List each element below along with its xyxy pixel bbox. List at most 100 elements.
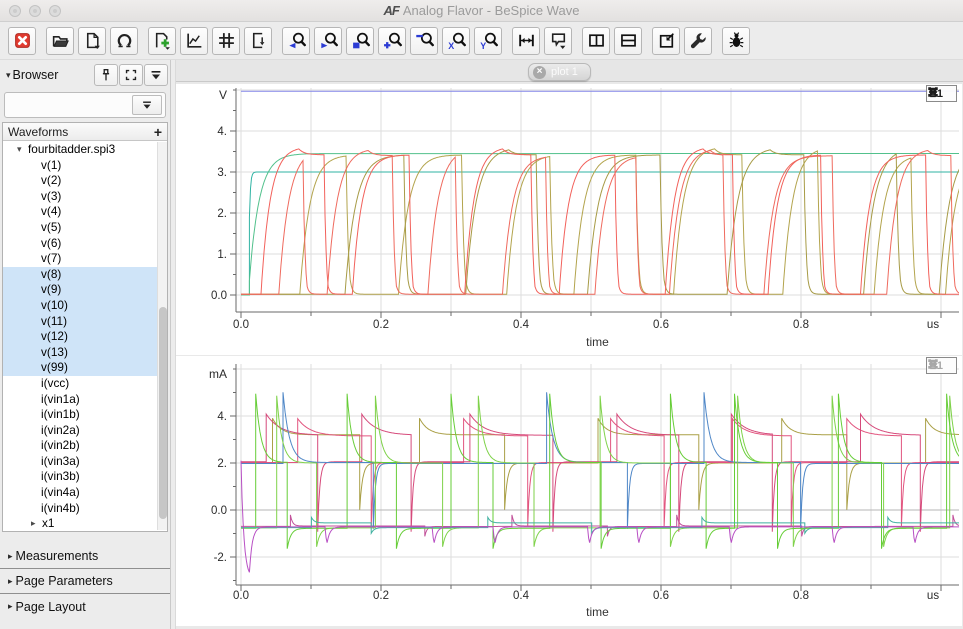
zoom-in-icon <box>383 31 402 50</box>
tree-item-i-vin2a[interactable]: i(vin2a) <box>3 423 157 439</box>
collapse-panel-button[interactable] <box>144 64 168 86</box>
tree-item-v-9[interactable]: v(9) <box>3 282 157 298</box>
new-plot-button[interactable] <box>180 27 208 55</box>
detach-window-button[interactable] <box>652 27 680 55</box>
toolbar-group: XY <box>282 27 502 55</box>
export-document-button[interactable] <box>244 27 272 55</box>
expander-right-icon[interactable]: ▸ <box>31 516 42 532</box>
reload-button[interactable] <box>110 27 138 55</box>
browser-label: Browser <box>13 68 59 82</box>
waveform-filter-box[interactable] <box>4 92 166 118</box>
tree-item-label: v(1) <box>41 158 61 174</box>
app-logo: AF <box>384 3 399 18</box>
reload-icon <box>115 31 134 50</box>
tree-item-v-12[interactable]: v(12) <box>3 329 157 345</box>
x-tick-label: 0.2 <box>373 590 389 602</box>
zoom-region-button[interactable] <box>346 27 374 55</box>
exit-button[interactable] <box>8 27 36 55</box>
tree-item-i-vin2b[interactable]: i(vin2b) <box>3 438 157 454</box>
import-waveforms-icon <box>153 31 172 50</box>
tree-item-v-4[interactable]: v(4) <box>3 204 157 220</box>
tree-item-fourbitadder-spi3[interactable]: ▾fourbitadder.spi3 <box>3 142 157 158</box>
waveform-list: Waveforms + ▾fourbitadder.spi3v(1)v(2)v(… <box>2 122 168 532</box>
zoom-next-icon <box>319 31 338 50</box>
tree-item-i-vin4b[interactable]: i(vin4b) <box>3 501 157 517</box>
tree-item-label: i(vin2b) <box>41 438 80 454</box>
tree-item-i-vin1a[interactable]: i(vin1a) <box>3 392 157 408</box>
tree-item-v-8[interactable]: v(8) <box>3 267 157 283</box>
open-folder-button[interactable] <box>46 27 74 55</box>
zoom-in-button[interactable] <box>378 27 406 55</box>
y-tick-label: 2. <box>217 458 227 470</box>
tree-item-v-7[interactable]: v(7) <box>3 251 157 267</box>
tree-item-v-3[interactable]: v(3) <box>3 189 157 205</box>
tab-plot-1[interactable]: × plot 1 <box>528 63 591 81</box>
tree-item-label: v(12) <box>41 329 68 345</box>
section-measurements[interactable]: ▸Measurements <box>0 544 170 569</box>
trace-v-11 <box>241 150 962 294</box>
x-axis-unit-label: us <box>927 319 939 331</box>
plot2-canvas[interactable]: 4.2.0.0-2.0.00.20.40.60.8usmAtime <box>176 356 962 626</box>
tree-item-label: v(5) <box>41 220 61 236</box>
zoom-x-button[interactable]: X <box>442 27 470 55</box>
zoom-out-button[interactable] <box>410 27 438 55</box>
tree-item-label: i(vin2a) <box>41 423 80 439</box>
svg-text:Y: Y <box>480 41 486 50</box>
tree-item-label: v(9) <box>41 282 61 298</box>
cursor-label-button[interactable] <box>544 27 572 55</box>
grid-icon <box>217 31 236 50</box>
tree-item-label: v(10) <box>41 298 68 314</box>
split-horizontal-button[interactable] <box>614 27 642 55</box>
settings-wrench-button[interactable] <box>684 27 712 55</box>
open-folder-icon <box>51 31 70 50</box>
waveform-list-scrollbar[interactable] <box>157 142 167 530</box>
browser-collapse-icon[interactable]: ▾ <box>6 70 11 81</box>
y-tick-label: 1. <box>217 249 227 261</box>
tree-item-v-5[interactable]: v(5) <box>3 220 157 236</box>
tree-item-v-10[interactable]: v(10) <box>3 298 157 314</box>
new-document-button[interactable] <box>78 27 106 55</box>
filter-dropdown-button[interactable] <box>132 95 162 115</box>
pin-button[interactable] <box>94 64 118 86</box>
tree-item-v-99[interactable]: v(99) <box>3 360 157 376</box>
debug-bug-icon <box>727 31 746 50</box>
scrollbar-thumb[interactable] <box>159 307 167 519</box>
tree-item-label: i(vin4a) <box>41 485 80 501</box>
tree-item-label: v(2) <box>41 173 61 189</box>
tree-item-v-11[interactable]: v(11) <box>3 314 157 330</box>
expander-down-icon[interactable]: ▾ <box>17 142 28 158</box>
tree-item-x1[interactable]: ▸x1 <box>3 516 157 532</box>
tree-item-label: v(11) <box>41 314 67 330</box>
x-tick-label: 0.2 <box>373 319 389 331</box>
split-vertical-icon <box>587 31 606 50</box>
section-page-layout[interactable]: ▸Page Layout <box>0 594 170 619</box>
add-waveform-button[interactable]: + <box>154 125 162 139</box>
y-tick-label: 4. <box>217 126 227 138</box>
split-vertical-button[interactable] <box>582 27 610 55</box>
tree-item-i-vin3a[interactable]: i(vin3a) <box>3 454 157 470</box>
import-waveforms-button[interactable] <box>148 27 176 55</box>
tree-item-v-6[interactable]: v(6) <box>3 236 157 252</box>
axes: 4.3.2.1.0.00.00.20.40.60.8usVtime <box>211 88 959 349</box>
grid-button[interactable] <box>212 27 240 55</box>
fit-horizontal-button[interactable] <box>512 27 540 55</box>
tree-item-v-13[interactable]: v(13) <box>3 345 157 361</box>
toolbar-group <box>8 27 36 55</box>
plot1-canvas[interactable]: 4.3.2.1.0.00.00.20.40.60.8usVtime <box>176 84 962 355</box>
x-tick-label: 0.8 <box>793 590 809 602</box>
waveform-list-rows: ▾fourbitadder.spi3v(1)v(2)v(3)v(4)v(5)v(… <box>3 142 157 531</box>
section-page-parameters[interactable]: ▸Page Parameters <box>0 569 170 594</box>
tree-item-i-vcc[interactable]: i(vcc) <box>3 376 157 392</box>
tree-item-v-2[interactable]: v(2) <box>3 173 157 189</box>
tree-item-i-vin1b[interactable]: i(vin1b) <box>3 407 157 423</box>
tree-item-i-vin4a[interactable]: i(vin4a) <box>3 485 157 501</box>
maximize-panel-button[interactable] <box>119 64 143 86</box>
zoom-y-button[interactable]: Y <box>474 27 502 55</box>
debug-bug-button[interactable] <box>722 27 750 55</box>
zoom-previous-button[interactable] <box>282 27 310 55</box>
y-tick-label: 4. <box>217 411 227 423</box>
tree-item-i-vin3b[interactable]: i(vin3b) <box>3 469 157 485</box>
zoom-next-button[interactable] <box>314 27 342 55</box>
tab-close-icon[interactable]: × <box>533 66 546 79</box>
tree-item-v-1[interactable]: v(1) <box>3 158 157 174</box>
